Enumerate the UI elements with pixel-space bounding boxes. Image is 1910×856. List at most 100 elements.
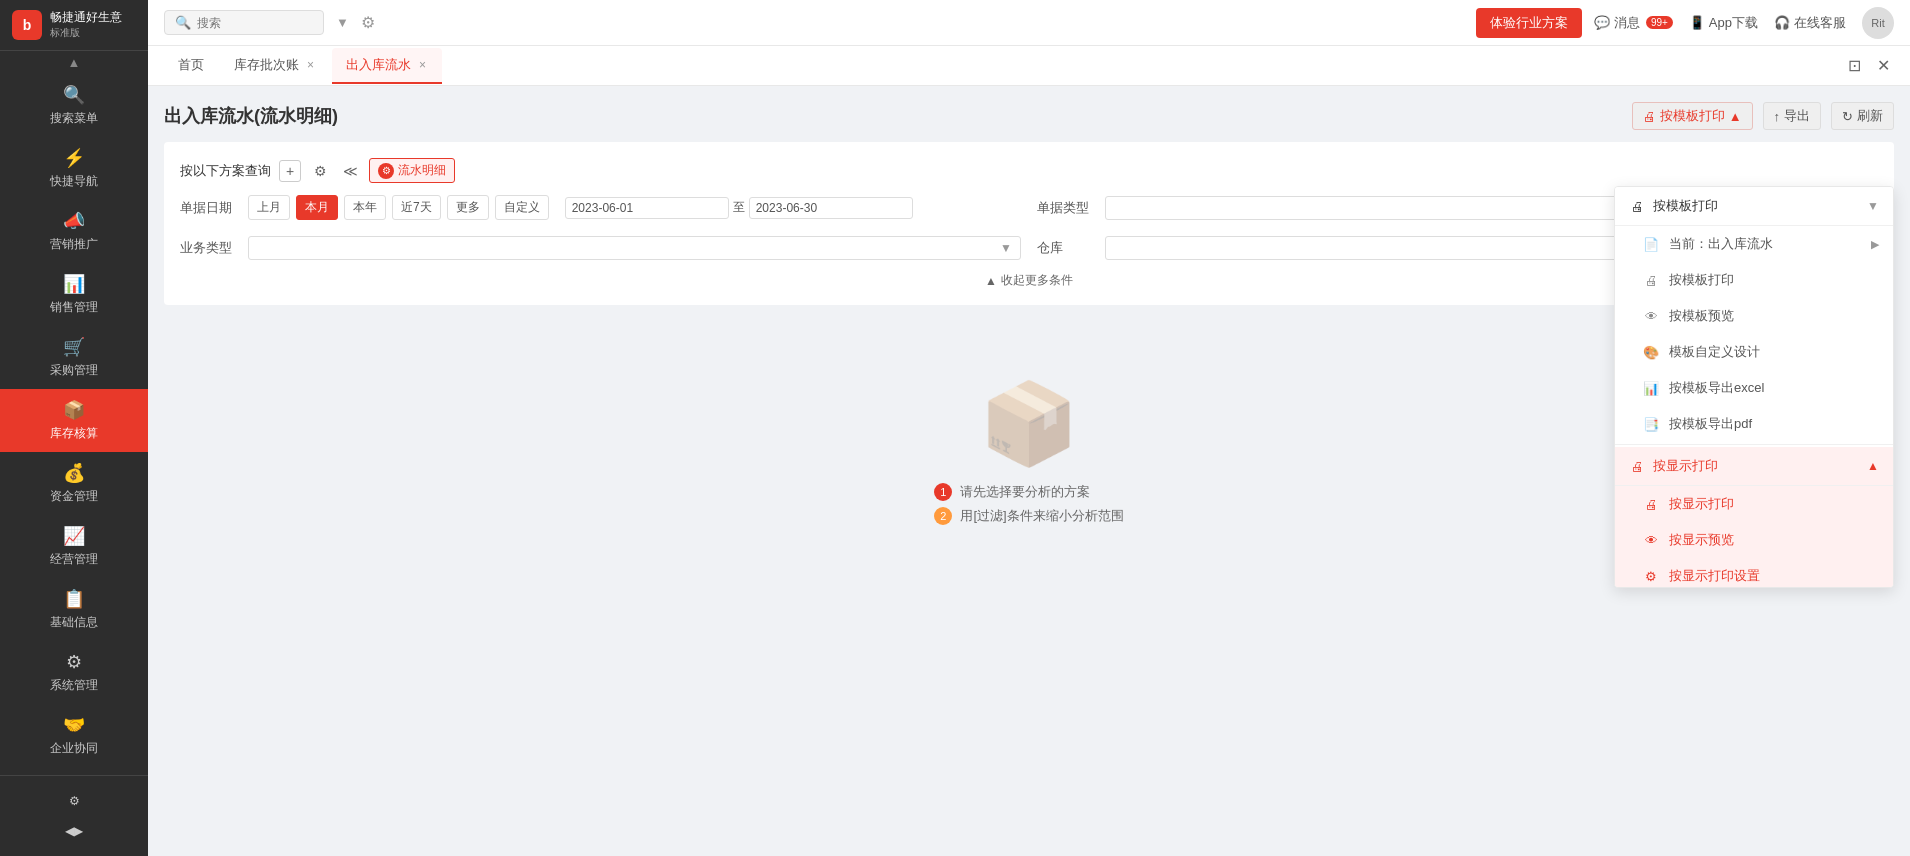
sidebar-item-label: 快捷导航 [50,173,98,190]
online-service-button[interactable]: 🎧 在线客服 [1774,14,1846,32]
tab-home-label: 首页 [178,56,204,74]
sidebar-item-label: 采购管理 [50,362,98,379]
dropdown-display-print-header[interactable]: 🖨 按显示打印 ▲ [1615,447,1893,486]
industry-solution-button[interactable]: 体验行业方案 [1476,8,1582,38]
tab-close-icon[interactable]: ✕ [1873,52,1894,79]
tab-flow-close[interactable]: × [417,58,428,72]
tab-home[interactable]: 首页 [164,48,218,84]
sidebar-item-quick-nav[interactable]: ⚡ 快捷导航 [0,137,148,200]
filter-tag-item[interactable]: ⚙ 流水明细 [369,158,455,183]
step1-number: 1 [934,483,952,501]
sidebar-item-operations[interactable]: 📈 经营管理 [0,515,148,578]
dropdown-display-print-set-item[interactable]: ⚙ 按显示打印设置 [1615,558,1893,587]
export-button[interactable]: ↑ 导出 [1763,102,1822,130]
sidebar-item-label: 经营管理 [50,551,98,568]
sidebar-item-finance[interactable]: 💰 资金管理 [0,452,148,515]
date-custom-button[interactable]: 自定义 [495,195,549,220]
collapse-up-icon: ▲ [985,274,997,288]
tab-restore-icon[interactable]: ⊡ [1844,52,1865,79]
display-print-item-icon: 🖨 [1643,496,1659,512]
dropdown-template-print-header[interactable]: 🖨 按模板打印 ▼ [1615,187,1893,226]
date-more-button[interactable]: 更多 [447,195,489,220]
sidebar-item-purchase[interactable]: 🛒 采购管理 [0,326,148,389]
marketing-icon: 📣 [63,210,85,232]
online-service-label: 在线客服 [1794,14,1846,32]
dropdown-scrollable: 🖨 按模板打印 ▼ 📄 当前：出入库流水 ▶ 🖨 按模板打印 [1615,187,1893,587]
sidebar-item-cooperation[interactable]: 🤝 企业协同 [0,704,148,767]
dropdown-display-print-item-label: 按显示打印 [1669,495,1734,513]
sidebar-item-inventory[interactable]: 📦 库存核算 [0,389,148,452]
date-label: 单据日期 [180,199,240,217]
sidebar-item-marketing[interactable]: 📣 营销推广 [0,200,148,263]
date-last-month-button[interactable]: 上月 [248,195,290,220]
topbar-dropdown-arrow[interactable]: ▼ [336,15,349,30]
warehouse-select[interactable]: ▼ [1105,236,1703,260]
current-arrow-icon: ▶ [1871,238,1879,251]
date-7days-button[interactable]: 近7天 [392,195,441,220]
export-label: 导出 [1784,107,1810,125]
print-chevron-up-icon: ▲ [1729,109,1742,124]
user-avatar[interactable]: Rit [1862,7,1894,39]
dropdown-template-preview-label: 按模板预览 [1669,307,1734,325]
dropdown-template-excel-label: 按模板导出excel [1669,379,1764,397]
dropdown-template-preview-item[interactable]: 👁 按模板预览 [1615,298,1893,334]
tab-batch-account-label: 库存批次账 [234,56,299,74]
sidebar-item-label: 企业协同 [50,740,98,757]
sidebar-item-basic[interactable]: 📋 基础信息 [0,578,148,641]
app-download-icon: 📱 [1689,15,1705,30]
dropdown-current-item[interactable]: 📄 当前：出入库流水 ▶ [1615,226,1893,262]
search-input[interactable] [197,16,297,30]
tab-batch-account-close[interactable]: × [305,58,316,72]
topbar-actions: 💬 消息 99+ 📱 App下载 🎧 在线客服 Rit [1594,7,1894,39]
biz-type-select[interactable]: ▼ [248,236,1021,260]
message-label: 消息 [1614,14,1640,32]
filter-date-field: 单据日期 上月 本月 本年 近7天 更多 自定义 至 [180,195,1021,220]
dropdown-template-excel-item[interactable]: 📊 按模板导出excel [1615,370,1893,406]
sidebar-item-guide[interactable]: 🎯 新手引导 [0,767,148,775]
tabs-actions: ⊡ ✕ [1844,52,1894,79]
tab-batch-account[interactable]: 库存批次账 × [220,48,330,84]
dropdown-template-print-item[interactable]: 🖨 按模板打印 [1615,262,1893,298]
step2-text: 用[过滤]条件来缩小分析范围 [960,507,1123,525]
dropdown-template-pdf-item[interactable]: 📑 按模板导出pdf [1615,406,1893,442]
sidebar-item-sales[interactable]: 📊 销售管理 [0,263,148,326]
dropdown-display-print-item[interactable]: 🖨 按显示打印 [1615,486,1893,522]
message-button[interactable]: 💬 消息 99+ [1594,14,1673,32]
dropdown-template-chevron-down-icon: ▼ [1867,199,1879,213]
dropdown-divider-1 [1615,444,1893,445]
sidebar-bottom-settings[interactable]: ⚙ [0,786,148,816]
dropdown-template-custom-item[interactable]: 🎨 模板自定义设计 [1615,334,1893,370]
refresh-button[interactable]: ↻ 刷新 [1831,102,1894,130]
dropdown-display-preview-item[interactable]: 👁 按显示预览 [1615,522,1893,558]
inventory-icon: 📦 [63,399,85,421]
sidebar-item-system[interactable]: ⚙ 系统管理 [0,641,148,704]
refresh-icon: ↻ [1842,109,1853,124]
print-template-button[interactable]: 🖨 按模板打印 ▲ [1632,102,1753,130]
sidebar-item-label: 营销推广 [50,236,98,253]
topbar-search-box[interactable]: 🔍 [164,10,324,35]
date-to-input[interactable] [749,197,913,219]
dropdown-display-print-set-label: 按显示打印设置 [1669,567,1760,585]
filter-tag-label: 流水明细 [398,162,446,179]
date-this-month-button[interactable]: 本月 [296,195,338,220]
filter-collapse-button[interactable]: ≪ [339,160,361,182]
sidebar-bottom: ⚙ ◀▶ [0,775,148,856]
sidebar-item-label: 库存核算 [50,425,98,442]
tab-flow[interactable]: 出入库流水 × [332,48,442,84]
sales-icon: 📊 [63,273,85,295]
filter-add-button[interactable]: + [279,160,301,182]
dropdown-display-print-title: 🖨 按显示打印 [1629,457,1718,475]
filter-gear-button[interactable]: ⚙ [309,160,331,182]
date-this-year-button[interactable]: 本年 [344,195,386,220]
user-name: Rit [1871,17,1884,29]
app-container: b 畅捷通好生意 标准版 ▲ 🔍 搜索菜单 ⚡ 快捷导航 📣 营销推广 📊 [0,0,1910,856]
step2-number: 2 [934,507,952,525]
sidebar-scroll-up[interactable]: ▲ [0,51,148,74]
topbar-gear-icon[interactable]: ⚙ [361,13,375,32]
sidebar-item-search[interactable]: 🔍 搜索菜单 [0,74,148,137]
refresh-label: 刷新 [1857,107,1883,125]
app-download-button[interactable]: 📱 App下载 [1689,14,1758,32]
biz-type-arrow-icon: ▼ [1000,241,1012,255]
sidebar-bottom-toggle[interactable]: ◀▶ [0,816,148,846]
date-from-input[interactable] [565,197,729,219]
